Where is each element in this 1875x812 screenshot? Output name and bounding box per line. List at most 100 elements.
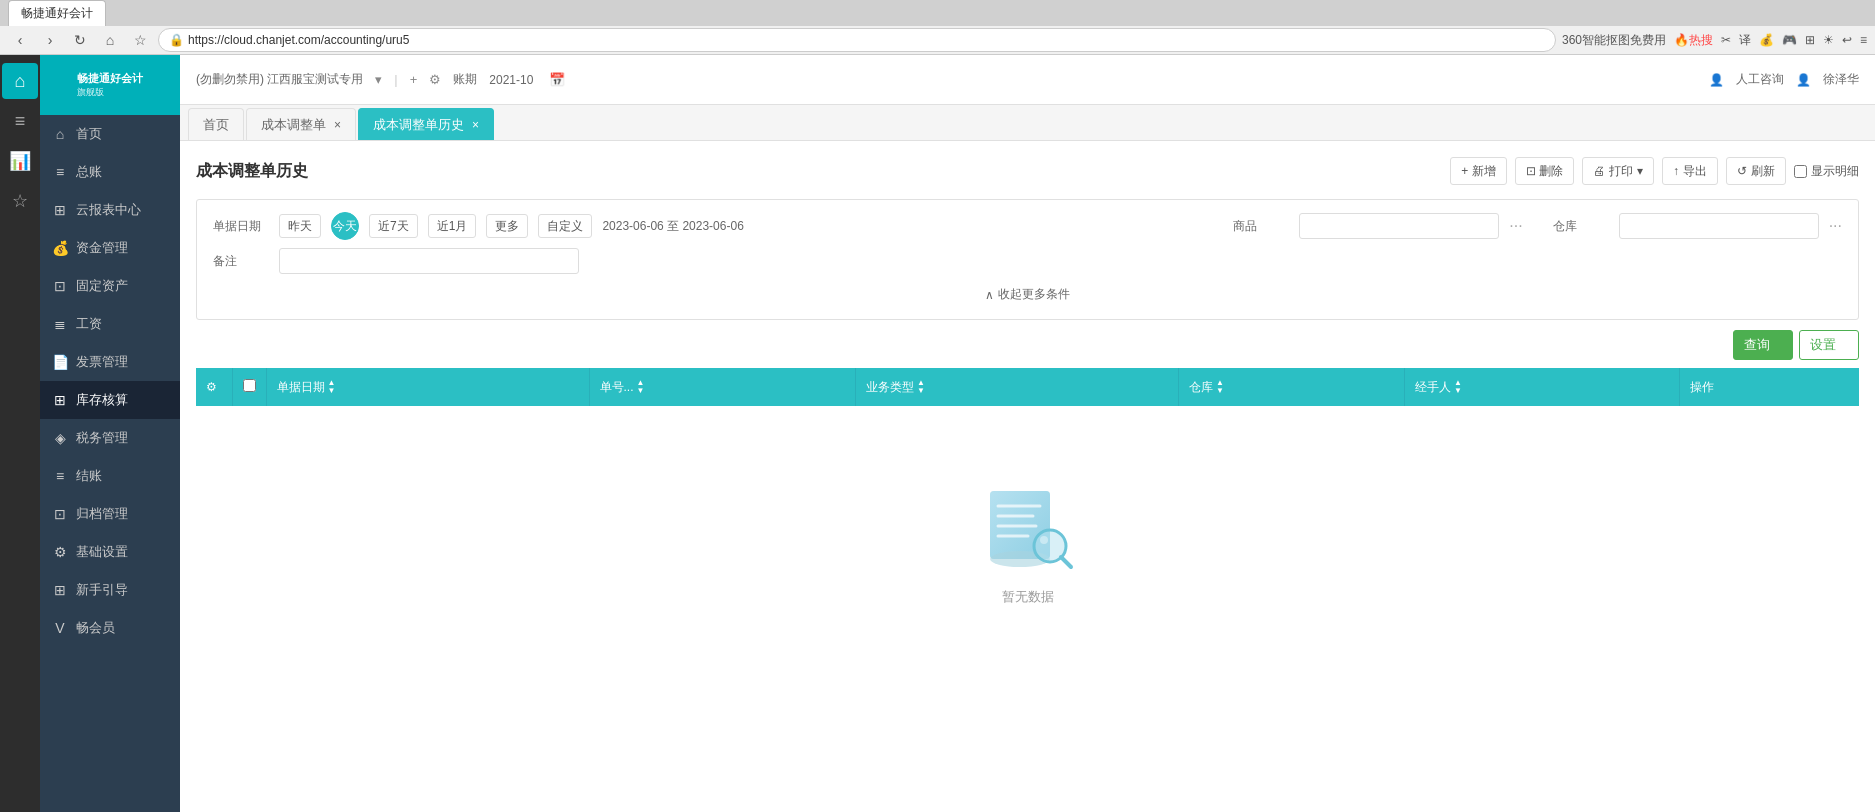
th-handler[interactable]: 经手人 ▲▼ bbox=[1405, 368, 1680, 406]
th-biz-type[interactable]: 业务类型 ▲▼ bbox=[856, 368, 1179, 406]
guide-icon: ⊞ bbox=[52, 582, 68, 598]
goods-input[interactable] bbox=[1299, 213, 1499, 239]
th-warehouse-label: 仓库 bbox=[1189, 379, 1213, 396]
invoice-icon: 📄 bbox=[52, 354, 68, 370]
fixed-assets-icon: ⊡ bbox=[52, 278, 68, 294]
dropdown-icon[interactable]: ▾ bbox=[375, 72, 382, 87]
th-handler-label: 经手人 bbox=[1415, 379, 1451, 396]
date-btn-yesterday[interactable]: 昨天 bbox=[279, 214, 321, 238]
th-settings[interactable]: ⚙ bbox=[196, 368, 232, 406]
browser-tab[interactable]: 畅捷通好会计 bbox=[8, 0, 106, 26]
date-btn-1month[interactable]: 近1月 bbox=[428, 214, 477, 238]
sidebar-item-home[interactable]: ⌂ 首页 bbox=[40, 115, 180, 153]
sidebar-item-inventory[interactable]: ⊞ 库存核算 bbox=[40, 381, 180, 419]
show-col-checkbox[interactable] bbox=[1794, 165, 1807, 178]
icon-bar-star[interactable]: ☆ bbox=[2, 183, 38, 219]
settings-icon: ⚙ bbox=[52, 544, 68, 560]
tax-icon: ◈ bbox=[52, 430, 68, 446]
th-number[interactable]: 单号... ▲▼ bbox=[589, 368, 856, 406]
tab-cost-adjust-history[interactable]: 成本调整单历史 × bbox=[358, 108, 494, 140]
empty-state: 暂无数据 bbox=[196, 406, 1859, 686]
sidebar-item-payroll[interactable]: ≣ 工资 bbox=[40, 305, 180, 343]
export-button[interactable]: ↑ 导出 bbox=[1662, 157, 1718, 185]
service-label[interactable]: 人工咨询 bbox=[1736, 71, 1784, 88]
sidebar-item-tax[interactable]: ◈ 税务管理 bbox=[40, 419, 180, 457]
hot-search-icon: 🔥热搜 bbox=[1674, 32, 1713, 49]
back-button[interactable]: ‹ bbox=[8, 28, 32, 52]
sidebar-item-archive[interactable]: ⊡ 归档管理 bbox=[40, 495, 180, 533]
goods-more-icon[interactable]: ··· bbox=[1509, 217, 1522, 235]
warehouse-input[interactable] bbox=[1619, 213, 1819, 239]
tab-home[interactable]: 首页 bbox=[188, 108, 244, 140]
print-button[interactable]: 🖨 打印 ▾ bbox=[1582, 157, 1654, 185]
warehouse-sort-arrows[interactable]: ▲▼ bbox=[1216, 379, 1224, 395]
th-actions: 操作 bbox=[1679, 368, 1859, 406]
service-icon: 👤 bbox=[1709, 73, 1724, 87]
sidebar-item-reports[interactable]: ⊞ 云报表中心 bbox=[40, 191, 180, 229]
reload-button[interactable]: ↻ bbox=[68, 28, 92, 52]
brightness-icon: ☀ bbox=[1823, 33, 1834, 47]
sidebar-label-accounting: 结账 bbox=[76, 467, 102, 485]
sidebar-item-guide[interactable]: ⊞ 新手引导 bbox=[40, 571, 180, 609]
biz-type-sort-arrows[interactable]: ▲▼ bbox=[917, 379, 925, 395]
th-warehouse[interactable]: 仓库 ▲▼ bbox=[1179, 368, 1405, 406]
date-btn-7days[interactable]: 近7天 bbox=[369, 214, 418, 238]
sidebar-label-funds: 资金管理 bbox=[76, 239, 128, 257]
date-btn-more[interactable]: 更多 bbox=[486, 214, 528, 238]
page-content: 成本调整单历史 + 新增 ⊡ 删除 🖨 打印 ▾ ↑ 导出 ↺ bbox=[180, 141, 1875, 812]
date-sort-arrows[interactable]: ▲▼ bbox=[328, 379, 336, 395]
warehouse-more-icon[interactable]: ··· bbox=[1829, 217, 1842, 235]
refresh-button[interactable]: ↺ 刷新 bbox=[1726, 157, 1786, 185]
home-button[interactable]: ⌂ bbox=[98, 28, 122, 52]
sidebar-item-invoice[interactable]: 📄 发票管理 bbox=[40, 343, 180, 381]
sidebar-logo-text: 畅捷通好会计 bbox=[77, 71, 143, 86]
date-filter-label: 单据日期 bbox=[213, 218, 269, 235]
select-all-checkbox[interactable] bbox=[243, 379, 256, 392]
th-checkbox[interactable] bbox=[232, 368, 266, 406]
tab-cost-adjust-history-close[interactable]: × bbox=[472, 118, 479, 132]
icon-bar-home[interactable]: ⌂ bbox=[2, 63, 38, 99]
date-btn-today[interactable]: 今天 bbox=[331, 212, 359, 240]
calendar-icon[interactable]: 📅 bbox=[549, 72, 565, 87]
sidebar-item-member[interactable]: V 畅会员 bbox=[40, 609, 180, 647]
query-button[interactable]: 查询 bbox=[1733, 330, 1793, 360]
date-btn-custom[interactable]: 自定义 bbox=[538, 214, 592, 238]
app-container: ⌂ ≡ 📊 ☆ 畅捷通好会计 旗舰版 ⌂ 首页 ≡ 总账 ⊞ 云报表中心 bbox=[0, 55, 1875, 812]
number-sort-arrows[interactable]: ▲▼ bbox=[637, 379, 645, 395]
sidebar-item-accounting[interactable]: ≡ 结账 bbox=[40, 457, 180, 495]
warehouse-filter-label: 仓库 bbox=[1553, 218, 1609, 235]
tabs-bar: 首页 成本调整单 × 成本调整单历史 × bbox=[180, 105, 1875, 141]
sidebar-item-funds[interactable]: 💰 资金管理 bbox=[40, 229, 180, 267]
url-bar[interactable]: 🔒 https://cloud.chanjet.com/accounting/u… bbox=[158, 28, 1556, 52]
period-label: 账期 bbox=[453, 71, 477, 88]
icon-bar-chart[interactable]: 📊 bbox=[2, 143, 38, 179]
star-button[interactable]: ☆ bbox=[128, 28, 152, 52]
icon-bar-list[interactable]: ≡ bbox=[2, 103, 38, 139]
goods-filter-label: 商品 bbox=[1233, 218, 1289, 235]
sidebar-item-ledger[interactable]: ≡ 总账 bbox=[40, 153, 180, 191]
show-col-check[interactable]: 显示明细 bbox=[1794, 163, 1859, 180]
remark-input[interactable] bbox=[279, 248, 579, 274]
forward-button[interactable]: › bbox=[38, 28, 62, 52]
delete-button[interactable]: ⊡ 删除 bbox=[1515, 157, 1574, 185]
reports-icon: ⊞ bbox=[52, 202, 68, 218]
add-button[interactable]: + bbox=[410, 72, 418, 87]
sidebar-logo-sub: 旗舰版 bbox=[77, 86, 143, 99]
tab-cost-adjust-close[interactable]: × bbox=[334, 118, 341, 132]
browser-toolbar: ‹ › ↻ ⌂ ☆ 🔒 https://cloud.chanjet.com/ac… bbox=[0, 26, 1875, 54]
th-date[interactable]: 单据日期 ▲▼ bbox=[266, 368, 589, 406]
user-label: 徐泽华 bbox=[1823, 71, 1859, 88]
collapse-button[interactable]: ∧ 收起更多条件 bbox=[985, 286, 1070, 303]
icon-bar: ⌂ ≡ 📊 ☆ bbox=[0, 55, 40, 812]
sidebar-item-fixed-assets[interactable]: ⊡ 固定资产 bbox=[40, 267, 180, 305]
app-header: (勿删勿禁用) 江西服宝测试专用 ▾ | + ⚙ 账期 2021-10 📅 👤 … bbox=[180, 55, 1875, 105]
settings-button[interactable]: ⚙ bbox=[429, 72, 441, 87]
company-name: (勿删勿禁用) 江西服宝测试专用 bbox=[196, 71, 363, 88]
tab-cost-adjust[interactable]: 成本调整单 × bbox=[246, 108, 356, 140]
refresh-icon: ↺ bbox=[1737, 164, 1747, 178]
handler-sort-arrows[interactable]: ▲▼ bbox=[1454, 379, 1462, 395]
settings-filter-button[interactable]: 设置 bbox=[1799, 330, 1859, 360]
menu-icon: ≡ bbox=[1860, 33, 1867, 47]
new-button[interactable]: + 新增 bbox=[1450, 157, 1506, 185]
sidebar-item-settings[interactable]: ⚙ 基础设置 bbox=[40, 533, 180, 571]
